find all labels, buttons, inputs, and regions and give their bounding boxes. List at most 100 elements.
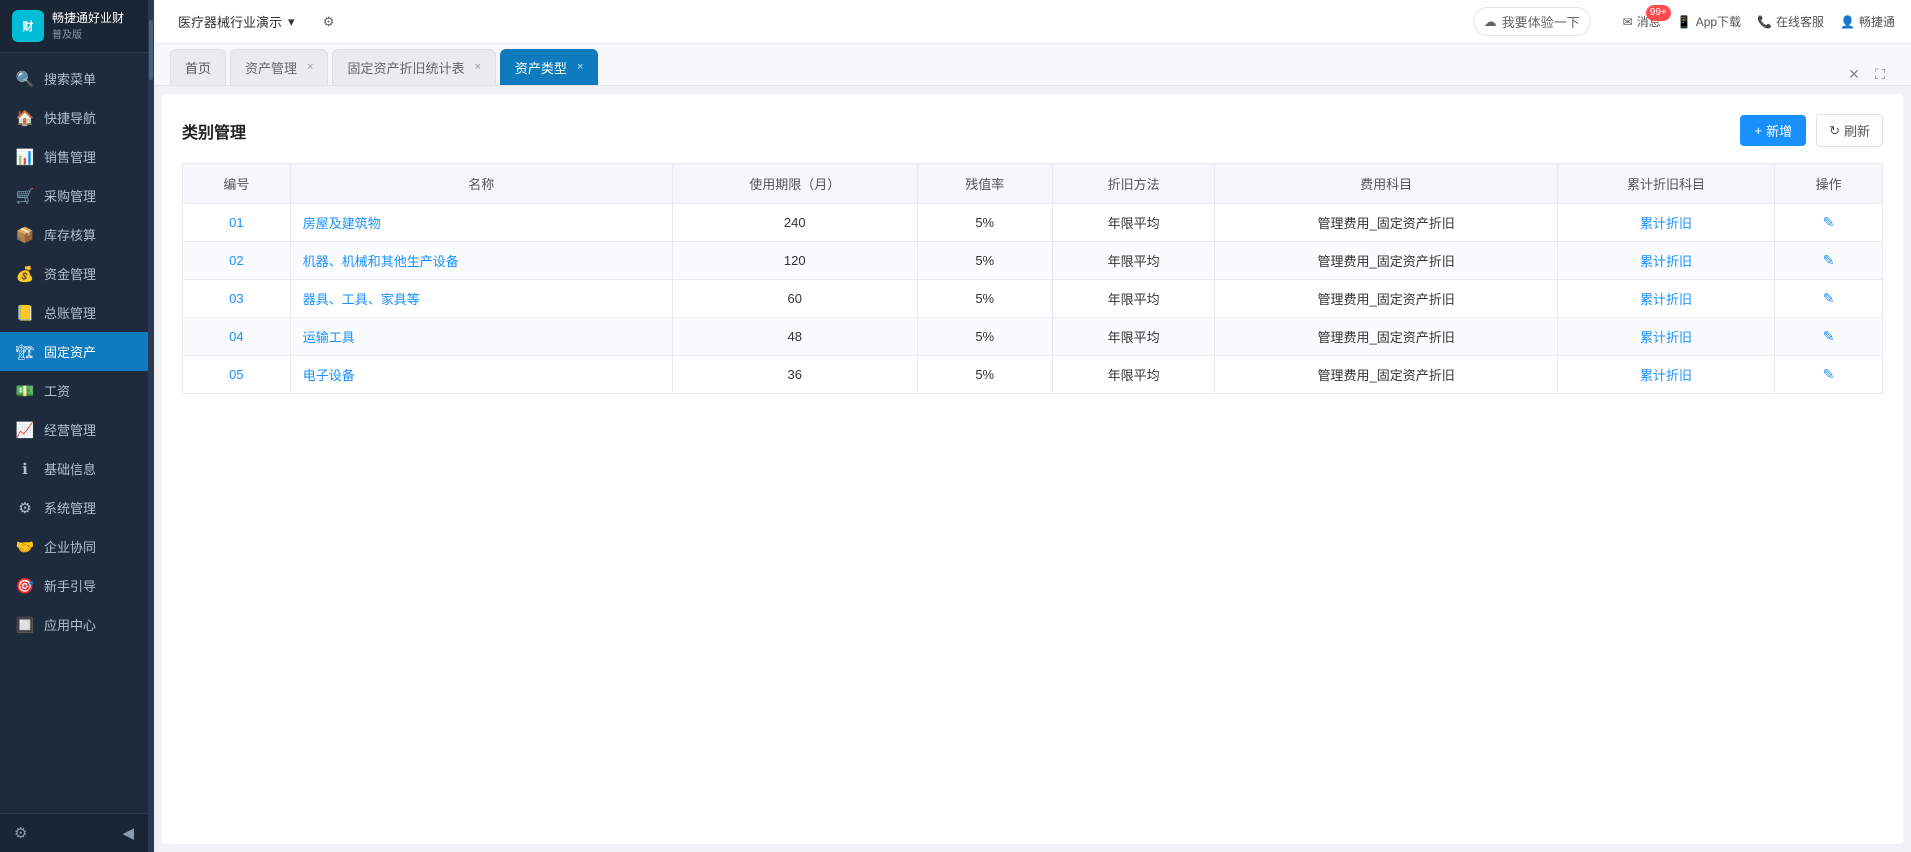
col-name: 名称 (290, 164, 672, 204)
tab-asset-mgmt[interactable]: 资产管理 × (230, 49, 328, 85)
main-area: 医疗器械行业演示 ▾ ⚙ ☁ 我要体验一下 ✉ 消息 99+ 📱 App下载 📞… (154, 0, 1911, 852)
refresh-icon: ↻ (1829, 123, 1840, 139)
sidebar-item-label: 固定资产 (44, 342, 96, 361)
app-download-button[interactable]: 📱 App下载 (1677, 13, 1741, 30)
tab-depreciation-label: 固定资产折旧统计表 (347, 58, 464, 77)
tab-asset-mgmt-label: 资产管理 (245, 58, 297, 77)
tab-asset-mgmt-close[interactable]: × (307, 62, 313, 73)
cell-depreciation[interactable]: 累计折旧 (1557, 356, 1774, 394)
message-icon: ✉ (1623, 15, 1633, 29)
edit-icon[interactable]: ✎ (1823, 366, 1835, 382)
salary-icon: 💵 (16, 382, 34, 400)
tab-home[interactable]: 首页 (170, 49, 226, 85)
cell-residual: 5% (917, 280, 1052, 318)
cell-depreciation[interactable]: 累计折旧 (1557, 242, 1774, 280)
category-table: 编号 名称 使用期限（月） 残值率 折旧方法 费用科目 累计折旧科目 操作 01… (182, 163, 1883, 394)
close-window-button[interactable]: ✕ (1843, 63, 1865, 85)
system-icon: ⚙ (16, 499, 34, 517)
ledger-icon: 📒 (16, 304, 34, 322)
sidebar: 财 畅捷通好业财 普及版 🔍 搜索菜单 🏠 快捷导航 📊 销售管理 🛒 采购管理… (0, 0, 148, 852)
cell-period: 240 (672, 204, 917, 242)
sales-icon: 📊 (16, 148, 34, 166)
cell-name[interactable]: 器具、工具、家具等 (290, 280, 672, 318)
cell-depreciation[interactable]: 累计折旧 (1557, 204, 1774, 242)
cell-name[interactable]: 房屋及建筑物 (290, 204, 672, 242)
fixed-assets-icon: 🏗 (16, 343, 34, 361)
page-header: 类别管理 + 新增 ↻ 刷新 (182, 114, 1883, 147)
home-tab-label: 首页 (185, 58, 211, 77)
enterprise-icon: 🤝 (16, 538, 34, 556)
sidebar-scrollbar[interactable] (148, 0, 154, 852)
sidebar-item-label: 快捷导航 (44, 108, 96, 127)
sidebar-item-ledger[interactable]: 📒 总账管理 (0, 293, 148, 332)
sidebar-item-guide[interactable]: 🎯 新手引导 (0, 566, 148, 605)
tab-asset-type-close[interactable]: × (577, 62, 583, 73)
customer-service-label: 在线客服 (1776, 13, 1824, 30)
edit-icon[interactable]: ✎ (1823, 214, 1835, 230)
sidebar-item-enterprise[interactable]: 🤝 企业协同 (0, 527, 148, 566)
tab-depreciation-table[interactable]: 固定资产折旧统计表 × (332, 49, 495, 85)
tab-asset-type-label: 资产类型 (515, 58, 567, 77)
col-residual: 残值率 (917, 164, 1052, 204)
maximize-window-button[interactable]: ⛶ (1869, 63, 1891, 85)
cell-method: 年限平均 (1052, 242, 1215, 280)
home-icon: 🏠 (16, 109, 34, 127)
sidebar-item-basic-info[interactable]: ℹ 基础信息 (0, 449, 148, 488)
sidebar-item-label: 经营管理 (44, 420, 96, 439)
funds-icon: 💰 (16, 265, 34, 283)
sidebar-item-sales[interactable]: 📊 销售管理 (0, 137, 148, 176)
cell-action: ✎ (1775, 318, 1883, 356)
col-period: 使用期限（月） (672, 164, 917, 204)
company-selector[interactable]: 医疗器械行业演示 ▾ (170, 8, 303, 35)
edit-icon[interactable]: ✎ (1823, 252, 1835, 268)
cell-name[interactable]: 电子设备 (290, 356, 672, 394)
new-button-label: 新增 (1766, 121, 1792, 140)
tab-asset-type[interactable]: 资产类型 × (500, 49, 598, 85)
cell-name[interactable]: 机器、机械和其他生产设备 (290, 242, 672, 280)
cell-residual: 5% (917, 204, 1052, 242)
sidebar-item-system[interactable]: ⚙ 系统管理 (0, 488, 148, 527)
sidebar-item-funds[interactable]: 💰 资金管理 (0, 254, 148, 293)
messages-button[interactable]: ✉ 消息 99+ (1623, 13, 1661, 30)
settings-button[interactable]: ⚙ (315, 8, 343, 36)
cell-depreciation[interactable]: 累计折旧 (1557, 318, 1774, 356)
sidebar-item-quick-nav[interactable]: 🏠 快捷导航 (0, 98, 148, 137)
logo-text-block: 畅捷通好业财 普及版 (52, 11, 124, 42)
cell-depreciation[interactable]: 累计折旧 (1557, 280, 1774, 318)
download-icon: 📱 (1677, 15, 1692, 29)
sidebar-item-search[interactable]: 🔍 搜索菜单 (0, 59, 148, 98)
phone-icon: 📞 (1757, 15, 1772, 29)
experience-button[interactable]: ☁ 我要体验一下 (1473, 7, 1591, 36)
topbar-right: ✉ 消息 99+ 📱 App下载 📞 在线客服 👤 畅捷通 (1623, 13, 1895, 30)
purchase-icon: 🛒 (16, 187, 34, 205)
cell-name[interactable]: 运输工具 (290, 318, 672, 356)
message-badge: 99+ (1646, 5, 1671, 21)
cell-period: 120 (672, 242, 917, 280)
table-header-row: 编号 名称 使用期限（月） 残值率 折旧方法 费用科目 累计折旧科目 操作 (183, 164, 1883, 204)
edit-icon[interactable]: ✎ (1823, 328, 1835, 344)
sidebar-item-salary[interactable]: 💵 工资 (0, 371, 148, 410)
new-button[interactable]: + 新增 (1740, 115, 1806, 146)
cell-action: ✎ (1775, 356, 1883, 394)
tab-depreciation-close[interactable]: × (474, 62, 480, 73)
sidebar-nav: 🔍 搜索菜单 🏠 快捷导航 📊 销售管理 🛒 采购管理 📦 库存核算 💰 资金管… (0, 53, 148, 813)
page-title: 类别管理 (182, 119, 246, 143)
table-row: 03 器具、工具、家具等 60 5% 年限平均 管理费用_固定资产折旧 累计折旧… (183, 280, 1883, 318)
table-row: 02 机器、机械和其他生产设备 120 5% 年限平均 管理费用_固定资产折旧 … (183, 242, 1883, 280)
sidebar-item-purchase[interactable]: 🛒 采购管理 (0, 176, 148, 215)
sidebar-item-label: 工资 (44, 381, 70, 400)
edit-icon[interactable]: ✎ (1823, 290, 1835, 306)
sidebar-item-operations[interactable]: 📈 经营管理 (0, 410, 148, 449)
sidebar-item-apps[interactable]: 🔲 应用中心 (0, 605, 148, 644)
cell-residual: 5% (917, 242, 1052, 280)
collapse-icon[interactable]: ◀ (122, 824, 134, 842)
gear-icon: ⚙ (323, 14, 335, 30)
refresh-button[interactable]: ↻ 刷新 (1816, 114, 1883, 147)
sidebar-item-fixed-assets[interactable]: 🏗 固定资产 (0, 332, 148, 371)
customer-service-button[interactable]: 📞 在线客服 (1757, 13, 1824, 30)
user-button[interactable]: 👤 畅捷通 (1840, 13, 1895, 30)
sidebar-item-label: 采购管理 (44, 186, 96, 205)
sidebar-item-inventory[interactable]: 📦 库存核算 (0, 215, 148, 254)
settings-footer-icon[interactable]: ⚙ (14, 824, 27, 842)
col-method: 折旧方法 (1052, 164, 1215, 204)
